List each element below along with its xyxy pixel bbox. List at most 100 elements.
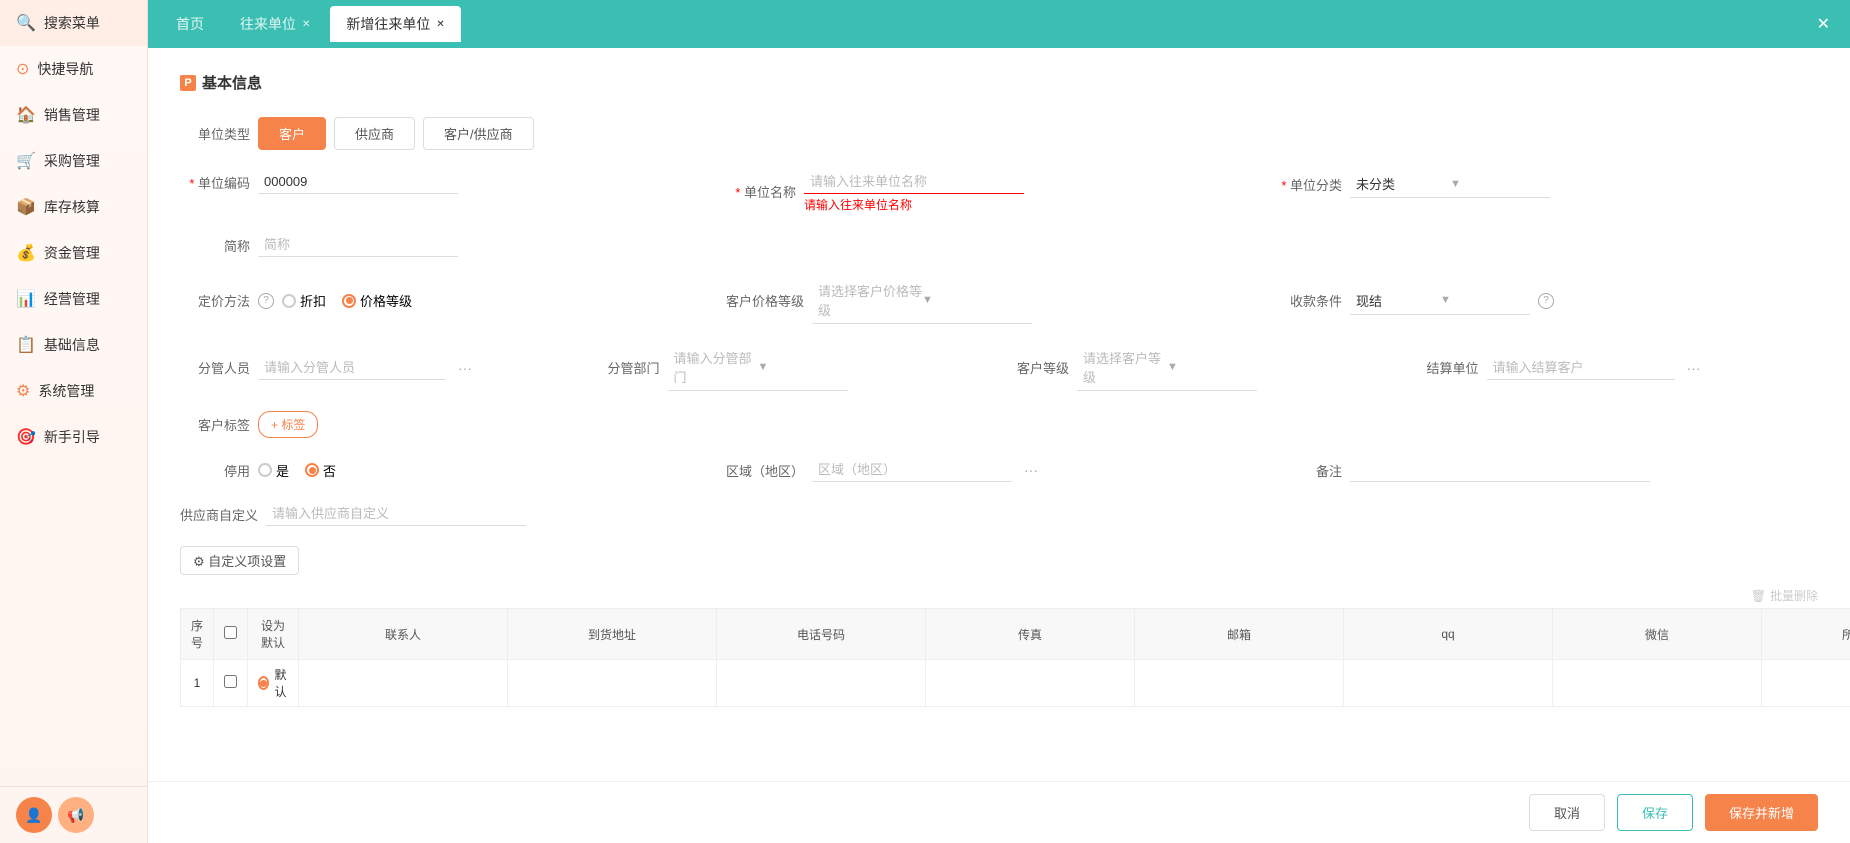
unit-code-input[interactable] — [258, 170, 458, 194]
pricing-help-icon[interactable]: ? — [258, 293, 274, 309]
settlement-unit-group: 结算单位 ··· — [1409, 356, 1819, 380]
custom-settings-btn[interactable]: ⚙ 自定义项设置 — [180, 546, 299, 575]
chart-icon: 📊 — [16, 289, 36, 309]
customer-price-level-label: 客户价格等级 — [726, 291, 804, 310]
notes-group: 备注 — [1272, 458, 1818, 482]
payment-terms-select[interactable]: 现结 ▼ — [1350, 287, 1530, 315]
cancel-button[interactable]: 取消 — [1529, 794, 1605, 831]
short-name-input[interactable] — [258, 233, 458, 257]
bottom-bar: 取消 保存 保存并新增 — [148, 781, 1850, 843]
contact-input[interactable] — [309, 672, 497, 695]
address-input[interactable] — [518, 672, 706, 695]
unit-type-label: 单位类型 — [180, 124, 250, 143]
col-email: 邮箱 — [1135, 609, 1344, 660]
sidebar-item-quicknav[interactable]: ⊙ 快捷导航 — [0, 46, 147, 92]
sidebar-item-label: 系统管理 — [38, 381, 94, 401]
default-radio[interactable]: 默认 — [258, 666, 288, 700]
disabled-no[interactable]: 否 — [305, 461, 336, 480]
sidebar-item-guide[interactable]: 🎯 新手引导 — [0, 414, 147, 460]
disabled-row: 停用 是 否 区域（地区） ··· 备注 — [180, 458, 1818, 482]
unit-name-input[interactable] — [804, 170, 1024, 194]
save-new-button[interactable]: 保存并新增 — [1705, 794, 1818, 831]
customer-level-label: 客户等级 — [999, 358, 1069, 377]
sidebar-item-basic[interactable]: 📋 基础信息 — [0, 322, 147, 368]
col-region: 所在地区 — [1762, 609, 1850, 660]
save-button[interactable]: 保存 — [1617, 794, 1693, 831]
sidebar-item-sales[interactable]: 🏠 销售管理 — [0, 92, 147, 138]
supplier-custom-group: 供应商自定义 — [180, 502, 1818, 526]
email-input[interactable] — [1145, 672, 1333, 695]
payment-terms-help-icon[interactable]: ? — [1538, 293, 1554, 309]
cell-check — [214, 660, 248, 707]
customer-tag-row: 客户标签 + 标签 — [180, 411, 1818, 438]
sidebar-item-purchase[interactable]: 🛒 采购管理 — [0, 138, 147, 184]
supplier-custom-input[interactable] — [266, 502, 526, 526]
table-header-row: 序号 设为默认 联系人 到货地址 电话号码 传真 邮箱 qq 微信 所在地区 操… — [181, 609, 1850, 660]
col-fax: 传真 — [926, 609, 1135, 660]
region-input[interactable] — [812, 458, 1012, 482]
flag-icon: P — [180, 75, 196, 91]
settlement-unit-input[interactable] — [1487, 356, 1675, 380]
close-partner-tab[interactable]: ✕ — [302, 19, 310, 30]
unit-name-error: 请输入往来单位名称 — [804, 196, 1024, 213]
tab-bar: 首页 往来单位 ✕ 新增往来单位 ✕ ✕ — [148, 0, 1850, 48]
sidebar-item-system[interactable]: ⚙ 系统管理 — [0, 368, 147, 414]
supplier-custom-label: 供应商自定义 — [180, 505, 258, 524]
sidebar-item-operations[interactable]: 📊 经营管理 — [0, 276, 147, 322]
phone-input[interactable] — [727, 672, 915, 695]
customer-price-level-select[interactable]: 请选择客户价格等级 ▼ — [812, 277, 1032, 324]
notes-input[interactable] — [1350, 458, 1650, 482]
disabled-yes-circle — [258, 463, 272, 477]
customer-tag-group: 客户标签 + 标签 — [180, 411, 1818, 438]
sidebar-item-finance[interactable]: 💰 资金管理 — [0, 230, 147, 276]
add-tag-btn[interactable]: + 标签 — [258, 411, 318, 438]
department-select[interactable]: 请输入分管部门 ▼ — [668, 344, 848, 391]
col-phone: 电话号码 — [717, 609, 926, 660]
region-dots-btn[interactable]: ··· — [1020, 462, 1042, 478]
disabled-yes[interactable]: 是 — [258, 461, 289, 480]
default-radio-circle — [258, 676, 269, 690]
batch-delete-area: 🗑 批量删除 — [180, 587, 1818, 604]
tab-partner[interactable]: 往来单位 ✕ — [224, 6, 326, 42]
close-new-partner-tab[interactable]: ✕ — [436, 19, 444, 30]
manager-input[interactable] — [258, 356, 446, 380]
unit-category-label: 单位分类 — [1272, 175, 1342, 194]
customer-level-select[interactable]: 请选择客户等级 ▼ — [1077, 344, 1257, 391]
sidebar-item-label: 快捷导航 — [37, 59, 93, 79]
sidebar-item-search[interactable]: 🔍 搜索菜单 — [0, 0, 147, 46]
disabled-group: 停用 是 否 — [180, 461, 726, 480]
sidebar: 🔍 搜索菜单 ⊙ 快捷导航 🏠 销售管理 🛒 采购管理 📦 库存核算 💰 资金管… — [0, 0, 148, 843]
qq-input[interactable] — [1354, 672, 1542, 695]
wechat-input[interactable] — [1563, 672, 1751, 695]
close-all-tabs[interactable]: ✕ — [1809, 10, 1838, 38]
type-btn-both[interactable]: 客户/供应商 — [423, 117, 534, 150]
col-wechat: 微信 — [1553, 609, 1762, 660]
pricing-radio-level[interactable]: 价格等级 — [342, 291, 412, 310]
tab-new-partner[interactable]: 新增往来单位 ✕ — [330, 6, 460, 42]
unit-category-select[interactable]: 未分类 ▼ — [1350, 170, 1550, 198]
select-all-checkbox[interactable] — [224, 626, 237, 639]
sidebar-bottom: 👤 📢 — [0, 786, 147, 843]
row-checkbox[interactable] — [224, 675, 237, 688]
search-icon: 🔍 — [16, 13, 36, 33]
settlement-unit-label: 结算单位 — [1409, 358, 1479, 377]
disabled-no-circle — [305, 463, 319, 477]
region-label: 区域（地区） — [726, 461, 804, 480]
department-label: 分管部门 — [590, 358, 660, 377]
manager-dots-btn[interactable]: ··· — [454, 360, 476, 376]
sidebar-item-inventory[interactable]: 📦 库存核算 — [0, 184, 147, 230]
pricing-radio-discount[interactable]: 折扣 — [282, 291, 326, 310]
tab-home[interactable]: 首页 — [160, 6, 220, 42]
type-btn-supplier[interactable]: 供应商 — [334, 117, 415, 150]
row-region-input[interactable] — [1772, 672, 1850, 695]
sidebar-bottom-btn1[interactable]: 👤 — [16, 797, 52, 833]
category-arrow-icon: ▼ — [1450, 178, 1544, 190]
delete-icon: 🗑 — [1751, 589, 1766, 603]
main-area: 首页 往来单位 ✕ 新增往来单位 ✕ ✕ P 基本信息 单位类型 客户 供应商 … — [148, 0, 1850, 843]
payment-terms-group: 收款条件 现结 ▼ ? — [1272, 287, 1818, 315]
settlement-dots-btn[interactable]: ··· — [1683, 360, 1705, 376]
col-address: 到货地址 — [508, 609, 717, 660]
sidebar-bottom-btn2[interactable]: 📢 — [58, 797, 94, 833]
type-btn-customer[interactable]: 客户 — [258, 117, 326, 150]
fax-input[interactable] — [936, 672, 1124, 695]
